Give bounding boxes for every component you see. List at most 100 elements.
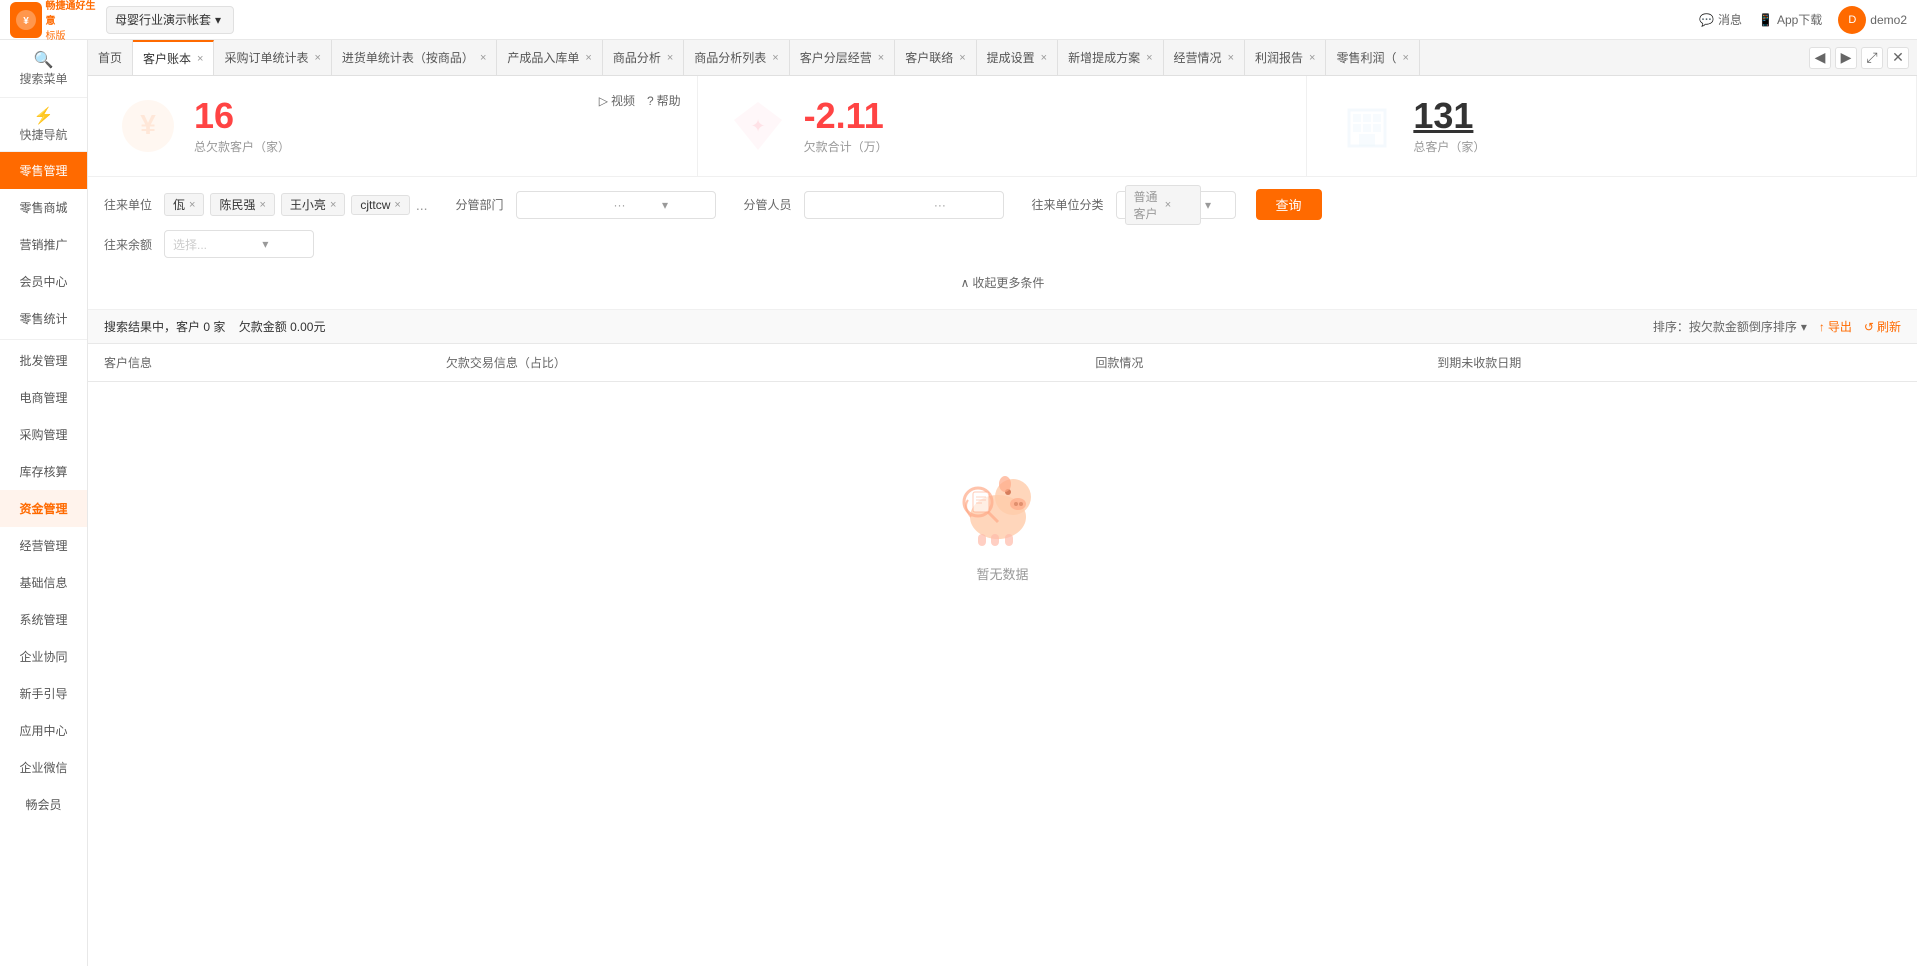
tab-controls: ◀ ▶ ⤢ ✕ xyxy=(1801,47,1917,69)
sidebar-item-finance[interactable]: 资金管理 xyxy=(0,490,87,527)
unit-type-tag: 普通客户 × xyxy=(1125,185,1201,225)
sidebar-item-retail-mgmt[interactable]: 零售管理 xyxy=(0,152,87,189)
help-button[interactable]: ? 帮助 xyxy=(647,92,681,109)
tab-close-customer-segment[interactable]: × xyxy=(878,52,884,64)
stat-arrears-value: -2.11 xyxy=(804,98,888,134)
filter-tag-2[interactable]: 陈民强 × xyxy=(210,193,274,216)
svg-text:¥: ¥ xyxy=(140,109,156,140)
tab-close-tip-settings[interactable]: × xyxy=(1041,52,1047,64)
svg-text:✦: ✦ xyxy=(750,116,765,136)
stat-arrears-label: 欠款合计（万） xyxy=(804,138,888,155)
tab-close-customer-account[interactable]: × xyxy=(197,53,203,65)
logo-icon: ¥ xyxy=(10,2,42,38)
tab-next-button[interactable]: ▶ xyxy=(1835,47,1857,69)
sidebar-item-retail-stats[interactable]: 零售统计 xyxy=(0,300,87,337)
unit-type-tag-close[interactable]: × xyxy=(1165,199,1192,211)
stat-customers-label: 总欠款客户（家） xyxy=(194,138,290,155)
tab-product-analysis[interactable]: 商品分析 × xyxy=(603,40,684,76)
tab-customer-segment[interactable]: 客户分层经营 × xyxy=(790,40,895,76)
tab-customer-contact[interactable]: 客户联络 × xyxy=(895,40,976,76)
sidebar-item-inventory[interactable]: 库存核算 xyxy=(0,453,87,490)
coin-icon: ¥ xyxy=(118,96,178,156)
stat-total-customers: ¥ 16 总欠款客户（家） ▷ 视频 ? 帮助 xyxy=(88,76,698,176)
tab-expand-button[interactable]: ⤢ xyxy=(1861,47,1883,69)
tab-operations-status[interactable]: 经营情况 × xyxy=(1164,40,1245,76)
table-header-row: 客户信息 欠款交易信息（占比） 回款情况 到期未收款日期 xyxy=(88,344,1917,382)
filter-tag-1[interactable]: 佤 × xyxy=(164,193,204,216)
messages-button[interactable]: 💬 消息 xyxy=(1699,11,1742,28)
tab-close-inbound-stats[interactable]: × xyxy=(480,52,486,64)
filter-tag-4[interactable]: cjttcw × xyxy=(351,195,409,215)
sidebar-item-basic-info[interactable]: 基础信息 xyxy=(0,564,87,601)
tab-production-inbound[interactable]: 产成品入库单 × xyxy=(497,40,602,76)
video-help-button[interactable]: ▷ 视频 xyxy=(599,92,635,109)
tab-tip-settings[interactable]: 提成设置 × xyxy=(977,40,1058,76)
tab-close-purchase-order-stats[interactable]: × xyxy=(314,52,320,64)
query-button[interactable]: 查询 xyxy=(1256,189,1322,220)
balance-select[interactable]: 选择... ▾ xyxy=(164,230,314,258)
sidebar-item-new-guide[interactable]: 新手引导 xyxy=(0,675,87,712)
filter-tag-3[interactable]: 王小亮 × xyxy=(281,193,345,216)
filter-tag-close-1[interactable]: × xyxy=(189,199,195,211)
filter-tag-close-4[interactable]: × xyxy=(394,199,400,211)
sidebar-item-wholesale[interactable]: 批发管理 xyxy=(0,342,87,379)
user-menu[interactable]: D demo2 xyxy=(1838,6,1907,34)
tab-close-profit-report[interactable]: × xyxy=(1309,52,1315,64)
refresh-button[interactable]: ↺ 刷新 xyxy=(1864,318,1901,335)
top-right-actions: 💬 消息 📱 App下载 D demo2 xyxy=(1699,6,1907,34)
sidebar-search[interactable]: 🔍 搜索菜单 xyxy=(0,40,87,98)
sidebar-item-vip-member[interactable]: 畅会员 xyxy=(0,786,87,823)
filter-tag-close-3[interactable]: × xyxy=(330,199,336,211)
sidebar-item-member-center[interactable]: 会员中心 xyxy=(0,263,87,300)
export-button[interactable]: ↑ 导出 xyxy=(1819,318,1852,335)
sidebar-quick-nav[interactable]: ⚡ 快捷导航 xyxy=(0,98,87,152)
tab-close-new-tip-plan[interactable]: × xyxy=(1146,52,1152,64)
tab-close-product-analysis-list[interactable]: × xyxy=(772,52,778,64)
tab-customer-account[interactable]: 客户账本 × xyxy=(133,40,214,76)
chevron-down-icon: ▾ xyxy=(215,13,221,27)
sidebar-item-enterprise-collab[interactable]: 企业协同 xyxy=(0,638,87,675)
dept-select[interactable]: ··· ▾ xyxy=(516,191,716,219)
unit-type-label: 往来单位分类 xyxy=(1032,196,1104,213)
tab-close-all-button[interactable]: ✕ xyxy=(1887,47,1909,69)
person-select[interactable]: ··· xyxy=(804,191,1004,219)
tab-product-analysis-list[interactable]: 商品分析列表 × xyxy=(684,40,789,76)
collapse-button[interactable]: ∧ 收起更多条件 xyxy=(961,274,1045,291)
tab-close-retail-profit[interactable]: × xyxy=(1402,52,1408,64)
sidebar-item-app-center[interactable]: 应用中心 xyxy=(0,712,87,749)
sort-selector[interactable]: 排序：按欠款金额倒序排序 ▾ xyxy=(1653,318,1807,335)
sidebar-item-ecommerce[interactable]: 电商管理 xyxy=(0,379,87,416)
tab-close-production-inbound[interactable]: × xyxy=(585,52,591,64)
col-arrears-info: 欠款交易信息（占比） xyxy=(430,344,1080,382)
unit-type-select[interactable]: 普通客户 × ▾ xyxy=(1116,191,1236,219)
sidebar-item-retail-mall[interactable]: 零售商城 xyxy=(0,189,87,226)
tab-new-tip-plan[interactable]: 新增提成方案 × xyxy=(1058,40,1163,76)
tab-purchase-order-stats[interactable]: 采购订单统计表 × xyxy=(214,40,331,76)
sidebar: 🔍 搜索菜单 ⚡ 快捷导航 零售管理 零售商城 营销推广 会员中心 零售统计 xyxy=(0,40,88,966)
svg-text:¥: ¥ xyxy=(23,16,29,27)
company-selector[interactable]: 母婴行业演示帐套 ▾ xyxy=(106,6,234,34)
stat-clients-value: 131 xyxy=(1413,98,1485,134)
tab-close-operations-status[interactable]: × xyxy=(1228,52,1234,64)
tab-close-customer-contact[interactable]: × xyxy=(959,52,965,64)
sidebar-item-enterprise-wechat[interactable]: 企业微信 xyxy=(0,749,87,786)
filter-tag-close-2[interactable]: × xyxy=(259,199,265,211)
tab-prev-button[interactable]: ◀ xyxy=(1809,47,1831,69)
tab-retail-profit[interactable]: 零售利润（ × xyxy=(1326,40,1419,76)
tab-home[interactable]: 首页 xyxy=(88,40,133,76)
sidebar-item-marketing[interactable]: 营销推广 xyxy=(0,226,87,263)
app-download-button[interactable]: 📱 App下载 xyxy=(1758,11,1822,28)
sidebar-item-purchase[interactable]: 采购管理 xyxy=(0,416,87,453)
filter-more-icon[interactable]: ... xyxy=(416,197,428,213)
chevron-up-icon: ∧ xyxy=(961,276,970,290)
tab-inbound-stats[interactable]: 进货单统计表（按商品） × xyxy=(332,40,497,76)
empty-state: 暂无数据 xyxy=(88,382,1917,663)
balance-label: 往来余额 xyxy=(104,236,152,253)
sidebar-item-operations[interactable]: 经营管理 xyxy=(0,527,87,564)
tab-profit-report[interactable]: 利润报告 × xyxy=(1245,40,1326,76)
unit-type-chevron: ▾ xyxy=(1205,198,1227,212)
sidebar-item-system[interactable]: 系统管理 xyxy=(0,601,87,638)
tab-close-product-analysis[interactable]: × xyxy=(667,52,673,64)
dept-label: 分管部门 xyxy=(455,196,503,213)
logo: ¥ 畅捷通好生意 标版 xyxy=(10,0,98,42)
